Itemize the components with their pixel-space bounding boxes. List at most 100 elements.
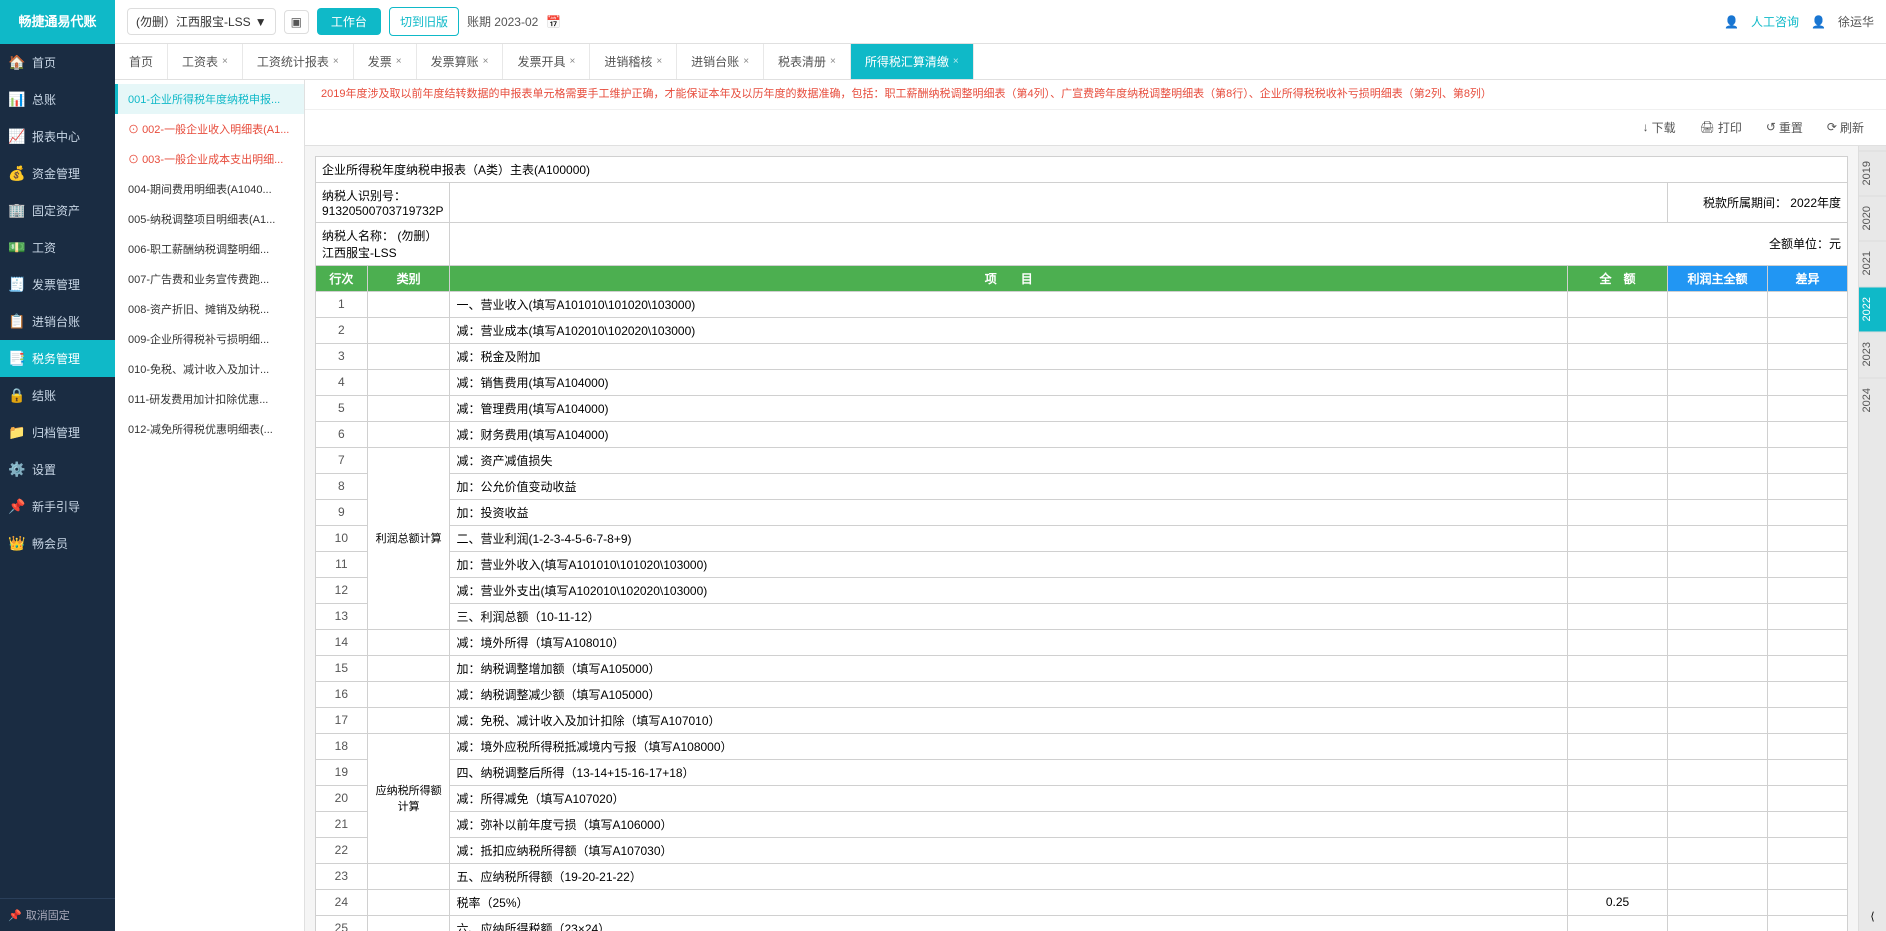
taxpayer-id-value: 91320500703719732P xyxy=(322,204,443,218)
tab-income-tax-close[interactable]: × xyxy=(953,56,959,67)
tab-income-tax[interactable]: 所得税汇算清缴× xyxy=(851,44,974,80)
left-panel-item-007[interactable]: 007-广告费和业务宣传费跑... xyxy=(115,264,304,294)
tab-invoice-close[interactable]: × xyxy=(396,56,402,67)
year-2021[interactable]: 2021 xyxy=(1859,240,1886,285)
invoice-icon: 🧾 xyxy=(8,276,26,293)
tab-salary-report[interactable]: 工资统计报表 × xyxy=(243,44,354,80)
table-row: 3减：税金及附加 xyxy=(316,343,1848,369)
year-panel: 2019 2020 2021 2022 2023 2024 ⟨ xyxy=(1858,146,1886,931)
switch-version-button[interactable]: 切到旧版 xyxy=(389,7,459,36)
sidebar-item-salary[interactable]: 💵 工资 xyxy=(0,229,115,266)
col-header-amount: 全 额 xyxy=(1568,265,1668,291)
reset-icon: ↺ xyxy=(1766,120,1776,134)
sidebar-label-home: 首页 xyxy=(32,54,56,71)
left-panel-item-012[interactable]: 012-减免所得税优惠明细表(... xyxy=(115,414,304,444)
table-row: 2减：营业成本(填写A102010\102020\103000) xyxy=(316,317,1848,343)
left-panel-item-002[interactable]: ⊙ 002-一般企业收入明细表(A1... xyxy=(115,114,304,144)
tab-purchase-check-label: 进销稽核 xyxy=(604,53,652,70)
table-row: 4减：销售费用(填写A104000) xyxy=(316,369,1848,395)
report-icon: 📈 xyxy=(8,128,26,145)
tab-salary-report-close[interactable]: × xyxy=(333,56,339,67)
table-row: 8加：公允价值变动收益 xyxy=(316,473,1848,499)
col-header-profit: 利润主全额 xyxy=(1668,265,1768,291)
left-panel-item-004[interactable]: 004-期间费用明细表(A1040... xyxy=(115,174,304,204)
home-icon: 🏠 xyxy=(8,54,26,71)
reset-button[interactable]: ↺ 重置 xyxy=(1760,116,1809,139)
tab-invoice-calc-label: 发票算账 xyxy=(431,53,479,70)
print-button[interactable]: 🖨 打印 xyxy=(1694,116,1748,139)
sidebar-item-invoice[interactable]: 🧾 发票管理 xyxy=(0,266,115,303)
left-panel-item-001[interactable]: 001-企业所得税年度纳税申报... xyxy=(115,84,304,114)
sidebar-label-archive: 归档管理 xyxy=(32,424,80,441)
sidebar-item-settings[interactable]: ⚙️ 设置 xyxy=(0,451,115,488)
unpin-label: 取消固定 xyxy=(26,907,70,923)
left-panel-item-011[interactable]: 011-研发费用加计扣除优惠... xyxy=(115,384,304,414)
sidebar-item-tax[interactable]: 📑 税务管理 xyxy=(0,340,115,377)
tab-tax-book[interactable]: 税表清册× xyxy=(764,44,851,80)
tab-salary-label: 工资表 xyxy=(182,53,218,70)
workbench-button[interactable]: 工作台 xyxy=(317,8,381,35)
refresh-icon: ⟳ xyxy=(1827,120,1837,134)
sidebar-item-member[interactable]: 👑 畅会员 xyxy=(0,525,115,562)
refresh-button[interactable]: ⟳ 刷新 xyxy=(1821,116,1870,139)
sidebar-label-ledger: 总账 xyxy=(32,91,56,108)
tab-purchase-check[interactable]: 进销稽核 × xyxy=(590,44,677,80)
sidebar-label-asset: 固定资产 xyxy=(32,202,80,219)
sidebar-item-report[interactable]: 📈 报表中心 xyxy=(0,118,115,155)
tab-salary[interactable]: 工资表 × xyxy=(168,44,243,80)
sidebar-item-archive[interactable]: 📁 归档管理 xyxy=(0,414,115,451)
sidebar-item-fund[interactable]: 💰 资金管理 xyxy=(0,155,115,192)
service-label[interactable]: 人工咨询 xyxy=(1751,13,1799,30)
tab-salary-close[interactable]: × xyxy=(222,56,228,67)
guide-icon: 📌 xyxy=(8,498,26,515)
download-label: 下载 xyxy=(1652,119,1676,136)
table-row: 10二、营业利润(1-2-3-4-5-6-7-8+9) xyxy=(316,525,1848,551)
sidebar-item-ledger[interactable]: 📊 总账 xyxy=(0,81,115,118)
tab-home-label: 首页 xyxy=(129,53,153,70)
tab-purchase-ledger[interactable]: 进销台账× xyxy=(677,44,764,80)
table-row: 18应纳税所得额计算减：境外应税所得税抵减境内亏报（填写A108000） xyxy=(316,733,1848,759)
tab-home[interactable]: 首页 xyxy=(115,44,168,80)
info-row-2: 纳税人名称： (勿删）江西服宝-LSS 全额单位：元 xyxy=(316,222,1848,265)
tab-tax-book-close[interactable]: × xyxy=(830,56,836,67)
download-button[interactable]: ↓ 下载 xyxy=(1637,116,1682,139)
tab-invoice-calc-close[interactable]: × xyxy=(483,56,489,67)
left-panel-item-006[interactable]: 006-职工薪酬纳税调整明细... xyxy=(115,234,304,264)
tab-purchase-check-close[interactable]: × xyxy=(656,56,662,67)
app-logo: 畅捷通易代账 xyxy=(0,0,115,44)
sidebar-item-guide[interactable]: 📌 新手引导 xyxy=(0,488,115,525)
sidebar-item-asset[interactable]: 🏢 固定资产 xyxy=(0,192,115,229)
tab-invoice-calc[interactable]: 发票算账 × xyxy=(417,44,504,80)
copy-icon-btn[interactable]: ▣ xyxy=(284,10,309,34)
company-selector[interactable]: (勿删）江西服宝-LSS ▼ xyxy=(127,8,276,35)
year-2022[interactable]: 2022 xyxy=(1859,286,1886,331)
purchase-icon: 📋 xyxy=(8,313,26,330)
tab-invoice-open-close[interactable]: × xyxy=(569,56,575,67)
tab-invoice[interactable]: 发票× xyxy=(354,44,417,80)
sidebar-label-guide: 新手引导 xyxy=(32,498,80,515)
table-row: 17减：免税、减计收入及加计扣除（填写A107010） xyxy=(316,707,1848,733)
year-2024[interactable]: 2024 xyxy=(1859,377,1886,422)
year-panel-expand[interactable]: ⟨ xyxy=(1866,906,1878,927)
table-row: 6减：财务费用(填写A104000) xyxy=(316,421,1848,447)
tab-purchase-ledger-close[interactable]: × xyxy=(743,56,749,67)
left-panel-item-010[interactable]: 010-免税、减计收入及加计... xyxy=(115,354,304,384)
sidebar-label-member: 畅会员 xyxy=(32,535,68,552)
ledger-icon: 📊 xyxy=(8,91,26,108)
year-2020[interactable]: 2020 xyxy=(1859,195,1886,240)
left-panel-item-005[interactable]: 005-纳税调整项目明细表(A1... xyxy=(115,204,304,234)
sidebar-item-home[interactable]: 🏠 首页 xyxy=(0,44,115,81)
sidebar-item-close[interactable]: 🔒 结账 xyxy=(0,377,115,414)
tab-invoice-open[interactable]: 发票开具× xyxy=(503,44,590,80)
left-panel-item-008[interactable]: 008-资产折旧、摊销及纳税... xyxy=(115,294,304,324)
col-header-category: 类别 xyxy=(367,265,450,291)
unpin-button[interactable]: 📌 取消固定 xyxy=(0,898,115,931)
left-panel-item-009[interactable]: 009-企业所得税补亏损明细... xyxy=(115,324,304,354)
sidebar-item-purchase[interactable]: 📋 进销台账 xyxy=(0,303,115,340)
taxpayer-id-label: 纳税人识别号： xyxy=(322,189,406,203)
left-panel-item-003[interactable]: ⊙ 003-一般企业成本支出明细... xyxy=(115,144,304,174)
year-2023[interactable]: 2023 xyxy=(1859,331,1886,376)
tab-salary-report-label: 工资统计报表 xyxy=(257,53,329,70)
year-2019[interactable]: 2019 xyxy=(1859,150,1886,195)
table-row: 19四、纳税调整后所得（13-14+15-16-17+18） xyxy=(316,759,1848,785)
